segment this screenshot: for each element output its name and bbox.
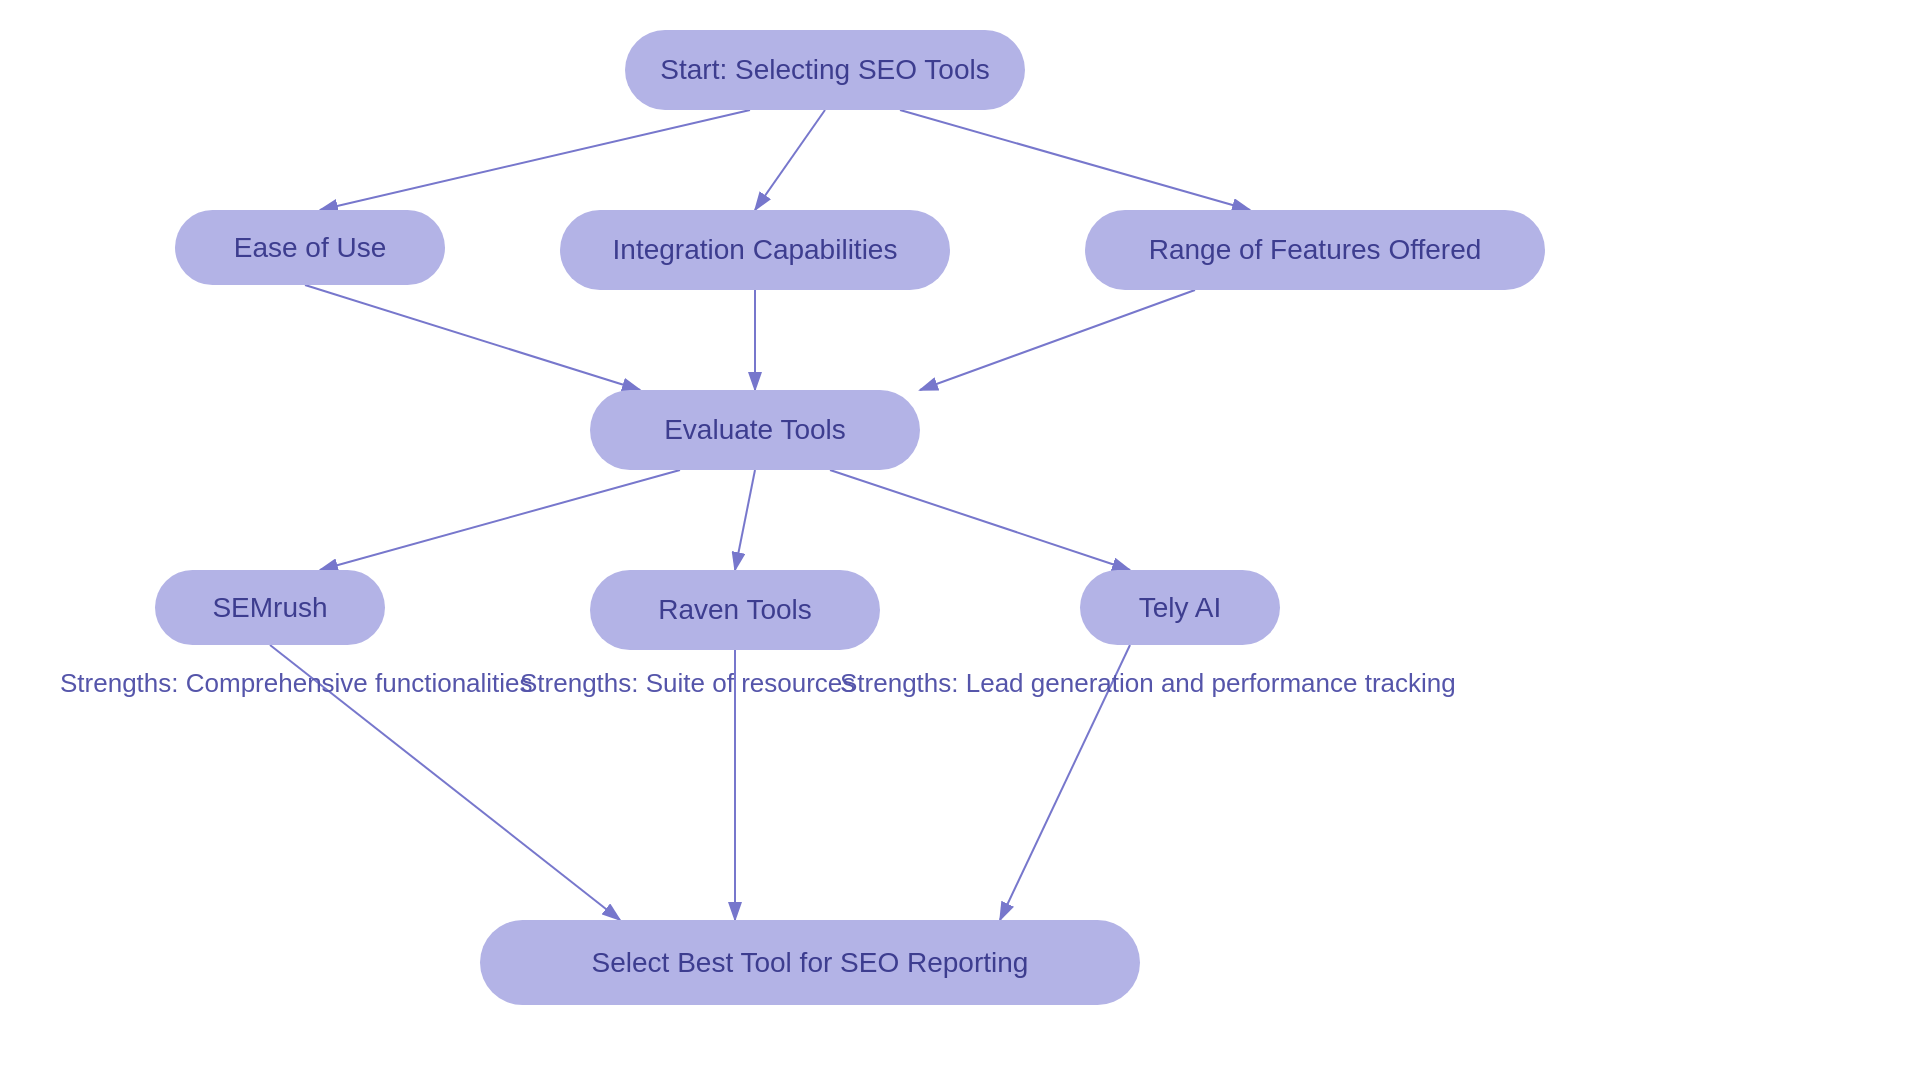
strength-semrush: Strengths: Comprehensive functionalities bbox=[60, 668, 533, 699]
arrow-start-ease bbox=[320, 110, 750, 210]
arrow-ease-evaluate bbox=[305, 285, 640, 390]
arrow-evaluate-semrush bbox=[320, 470, 680, 570]
arrow-start-integration bbox=[755, 110, 825, 210]
node-range-features: Range of Features Offered bbox=[1085, 210, 1545, 290]
diagram-container: Start: Selecting SEO Tools Ease of Use I… bbox=[0, 0, 1920, 1083]
node-ease-of-use: Ease of Use bbox=[175, 210, 445, 285]
strength-tely: Strengths: Lead generation and performan… bbox=[840, 668, 1456, 699]
node-start: Start: Selecting SEO Tools bbox=[625, 30, 1025, 110]
arrow-range-evaluate bbox=[920, 290, 1195, 390]
strength-raven: Strengths: Suite of resources bbox=[520, 668, 855, 699]
arrow-evaluate-tely bbox=[830, 470, 1130, 570]
arrow-evaluate-raven bbox=[735, 470, 755, 570]
node-semrush: SEMrush bbox=[155, 570, 385, 645]
arrow-start-range bbox=[900, 110, 1250, 210]
node-select-best: Select Best Tool for SEO Reporting bbox=[480, 920, 1140, 1005]
node-tely-ai: Tely AI bbox=[1080, 570, 1280, 645]
node-evaluate: Evaluate Tools bbox=[590, 390, 920, 470]
node-integration: Integration Capabilities bbox=[560, 210, 950, 290]
node-raven-tools: Raven Tools bbox=[590, 570, 880, 650]
